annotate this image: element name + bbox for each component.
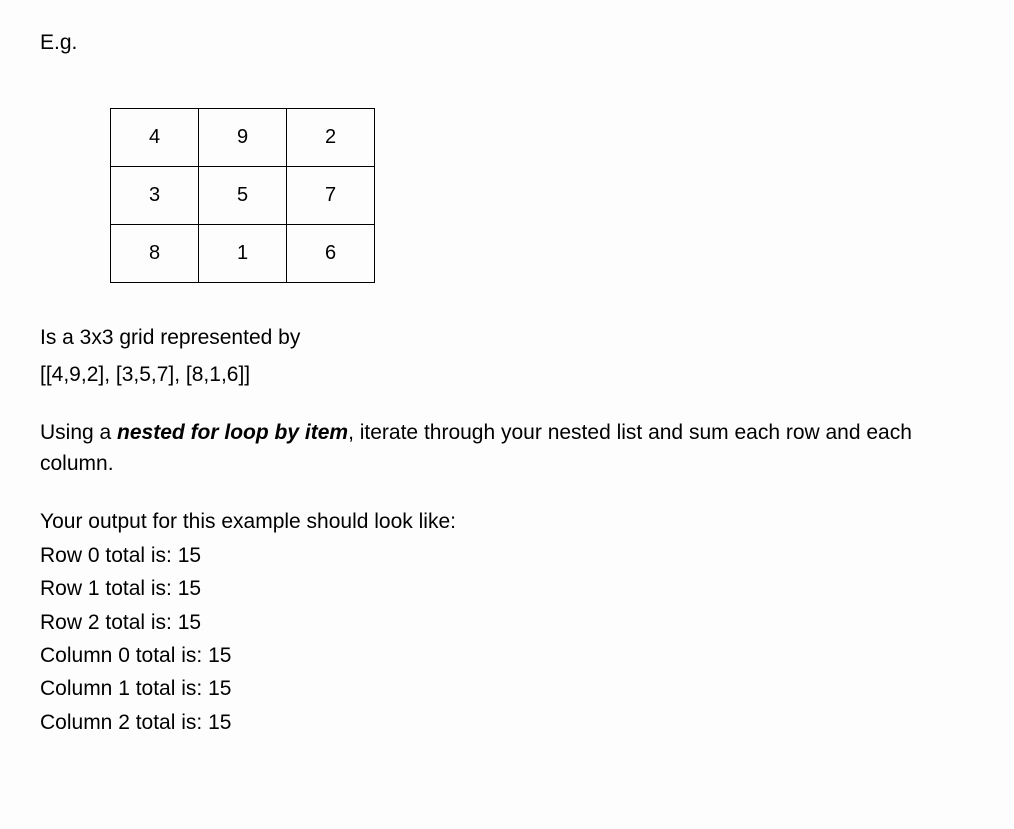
output-line: Row 1 total is: 15: [40, 574, 974, 604]
table-row: 4 9 2: [111, 109, 375, 167]
grid-cell: 6: [287, 225, 375, 283]
grid-cell: 5: [199, 167, 287, 225]
grid-table-wrapper: 4 9 2 3 5 7 8 1 6: [110, 108, 974, 283]
output-heading: Your output for this example should look…: [40, 507, 974, 537]
grid-cell: 2: [287, 109, 375, 167]
grid-cell: 1: [199, 225, 287, 283]
table-row: 3 5 7: [111, 167, 375, 225]
grid-cell: 8: [111, 225, 199, 283]
output-line: Column 1 total is: 15: [40, 674, 974, 704]
grid-description: Is a 3x3 grid represented by [[4,9,2], […: [40, 323, 974, 390]
desc-line-1: Is a 3x3 grid represented by: [40, 323, 974, 353]
expected-output-block: Your output for this example should look…: [40, 507, 974, 738]
output-line: Column 2 total is: 15: [40, 708, 974, 738]
instruction-emphasis: nested for loop by item: [117, 421, 348, 444]
grid-cell: 3: [111, 167, 199, 225]
desc-line-2: [[4,9,2], [3,5,7], [8,1,6]]: [40, 360, 974, 390]
output-line: Row 2 total is: 15: [40, 608, 974, 638]
grid-cell: 4: [111, 109, 199, 167]
grid-cell: 7: [287, 167, 375, 225]
example-label: E.g.: [40, 28, 974, 58]
grid-cell: 9: [199, 109, 287, 167]
table-row: 8 1 6: [111, 225, 375, 283]
instruction-prefix: Using a: [40, 421, 117, 444]
output-line: Row 0 total is: 15: [40, 541, 974, 571]
output-line: Column 0 total is: 15: [40, 641, 974, 671]
grid-table: 4 9 2 3 5 7 8 1 6: [110, 108, 375, 283]
instruction-paragraph: Using a nested for loop by item, iterate…: [40, 418, 974, 479]
